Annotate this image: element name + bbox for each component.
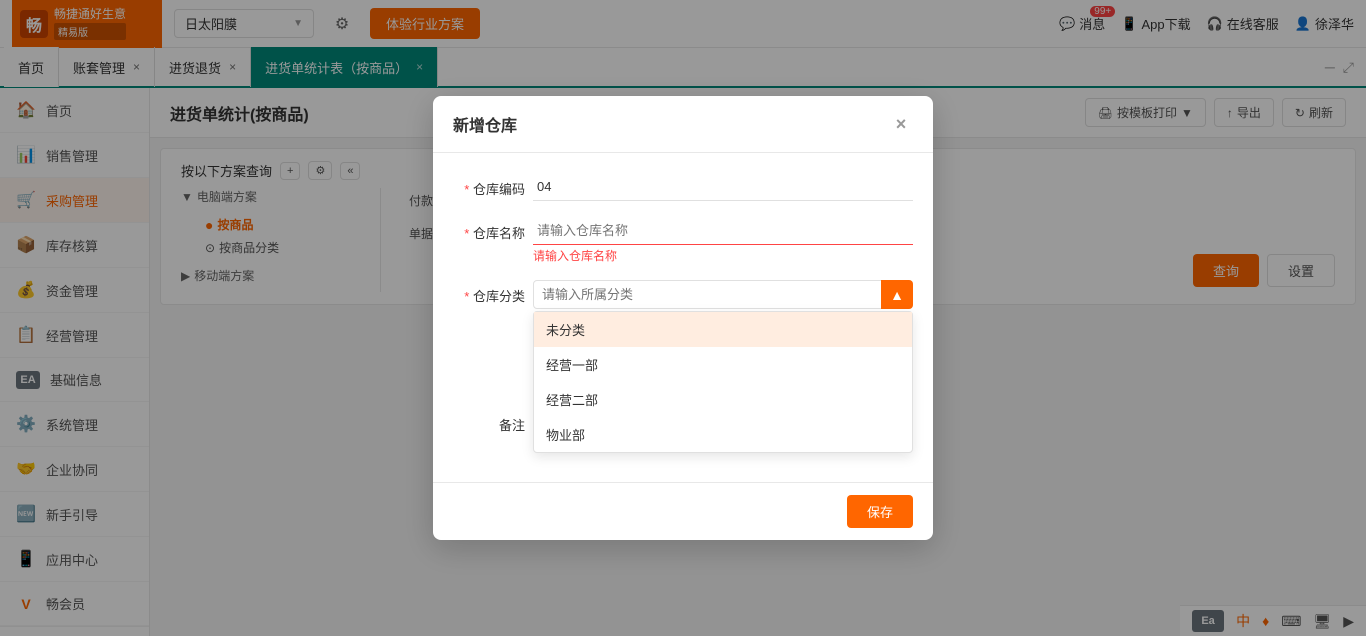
category-label: * 仓库分类 bbox=[453, 280, 533, 305]
code-field bbox=[533, 173, 913, 201]
code-label: * 仓库编码 bbox=[453, 173, 533, 198]
modal-footer: 保存 bbox=[433, 482, 933, 540]
form-row-code: * 仓库编码 bbox=[453, 173, 913, 201]
dropdown-item-dept2[interactable]: 经营二部 bbox=[534, 382, 912, 417]
dropdown-item-uncategorized[interactable]: 未分类 bbox=[534, 312, 912, 347]
code-input[interactable] bbox=[533, 173, 913, 201]
name-error-tip: 请输入仓库名称 bbox=[533, 247, 913, 264]
note-label: 备注 bbox=[453, 409, 533, 434]
form-row-category: * 仓库分类 ▲ 未分类 经营一部 经营二部 物业部 bbox=[453, 280, 913, 309]
category-input[interactable] bbox=[533, 280, 913, 309]
dropdown-item-dept1[interactable]: 经营一部 bbox=[534, 347, 912, 382]
save-button[interactable]: 保存 bbox=[847, 495, 913, 528]
name-label: * 仓库名称 bbox=[453, 217, 533, 242]
modal-body: * 仓库编码 * 仓库名称 请输入仓库名称 * 仓库分类 bbox=[433, 153, 933, 482]
new-warehouse-modal: 新增仓库 × * 仓库编码 * 仓库名称 请输入仓库名称 bbox=[433, 96, 933, 540]
category-dropdown: 未分类 经营一部 经营二部 物业部 bbox=[533, 311, 913, 453]
modal-header: 新增仓库 × bbox=[433, 96, 933, 153]
name-field: 请输入仓库名称 bbox=[533, 217, 913, 264]
form-row-name: * 仓库名称 请输入仓库名称 bbox=[453, 217, 913, 264]
name-input[interactable] bbox=[533, 217, 913, 245]
modal-close-button[interactable]: × bbox=[889, 112, 913, 136]
dropdown-item-property[interactable]: 物业部 bbox=[534, 417, 912, 452]
category-arrow-icon[interactable]: ▲ bbox=[881, 280, 913, 309]
category-field: ▲ 未分类 经营一部 经营二部 物业部 bbox=[533, 280, 913, 309]
modal-title: 新增仓库 bbox=[453, 112, 517, 136]
